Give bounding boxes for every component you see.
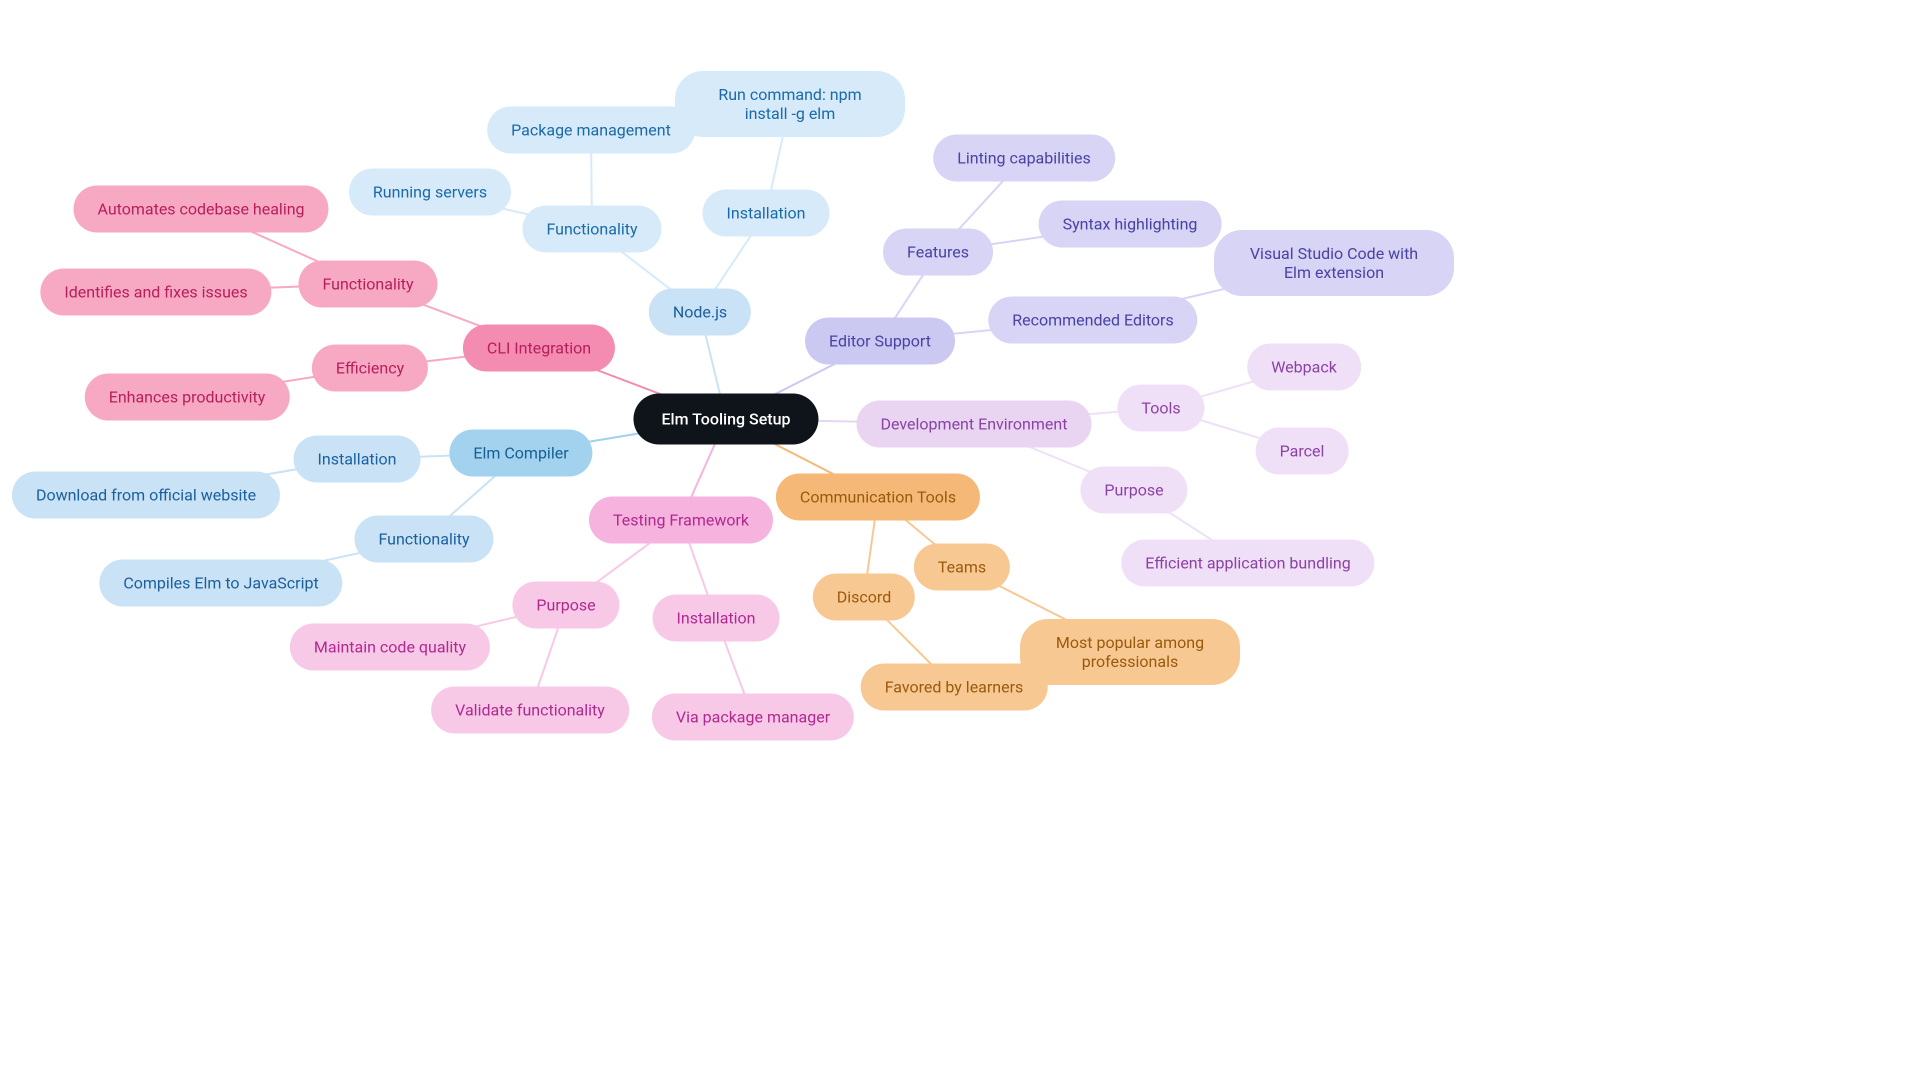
mindmap-canvas: Elm Tooling Setup Node.js Installation Run … [0, 0, 1920, 1083]
node-devenv: Development Environment [857, 401, 1092, 448]
node-nodejs_install_cmd: Run command: npm install -g elm [675, 71, 905, 137]
node-testing_purpose_val: Validate functionality [431, 687, 629, 734]
root-node: Elm Tooling Setup [633, 394, 818, 445]
node-comm_teams: Teams [914, 544, 1010, 591]
node-comm_discord_learn: Favored by learners [861, 664, 1048, 711]
node-devenv_tools_wp: Webpack [1247, 344, 1361, 391]
node-nodejs_install: Installation [703, 190, 830, 237]
node-testing_install: Installation [653, 595, 780, 642]
node-cli: CLI Integration [463, 325, 615, 372]
node-devenv_purpose_bund: Efficient application bundling [1121, 540, 1374, 587]
node-cli_eff_prod: Enhances productivity [85, 374, 290, 421]
node-testing: Testing Framework [589, 497, 773, 544]
node-testing_install_pkg: Via package manager [652, 694, 854, 741]
node-cli_func: Functionality [298, 261, 437, 308]
node-cli_eff: Efficiency [312, 345, 428, 392]
node-nodejs_func_srv: Running servers [349, 169, 511, 216]
node-testing_purpose: Purpose [512, 582, 619, 629]
node-devenv_purpose: Purpose [1080, 467, 1187, 514]
node-testing_purpose_qual: Maintain code quality [290, 624, 490, 671]
node-nodejs_func: Functionality [522, 206, 661, 253]
node-editor: Editor Support [805, 318, 955, 365]
node-compiler_func_js: Compiles Elm to JavaScript [99, 560, 342, 607]
node-compiler: Elm Compiler [449, 430, 592, 477]
node-editor_rec_vsc: Visual Studio Code with Elm extension [1214, 230, 1454, 296]
node-comm: Communication Tools [776, 474, 980, 521]
node-compiler_func: Functionality [354, 516, 493, 563]
node-editor_features: Features [883, 229, 993, 276]
node-devenv_tools_parcel: Parcel [1256, 428, 1349, 475]
node-comm_discord: Discord [813, 574, 915, 621]
node-compiler_install: Installation [294, 436, 421, 483]
node-nodejs: Node.js [649, 289, 751, 336]
node-devenv_tools: Tools [1117, 385, 1204, 432]
node-compiler_install_dl: Download from official website [12, 472, 280, 519]
node-cli_func_fix: Identifies and fixes issues [40, 269, 271, 316]
node-nodejs_func_pkg: Package management [487, 107, 695, 154]
node-comm_teams_pop: Most popular among professionals [1020, 619, 1240, 685]
node-cli_func_heal: Automates codebase healing [73, 186, 328, 233]
node-editor_rec: Recommended Editors [988, 297, 1197, 344]
node-editor_feat_lint: Linting capabilities [933, 135, 1115, 182]
node-editor_feat_syntax: Syntax highlighting [1039, 201, 1222, 248]
